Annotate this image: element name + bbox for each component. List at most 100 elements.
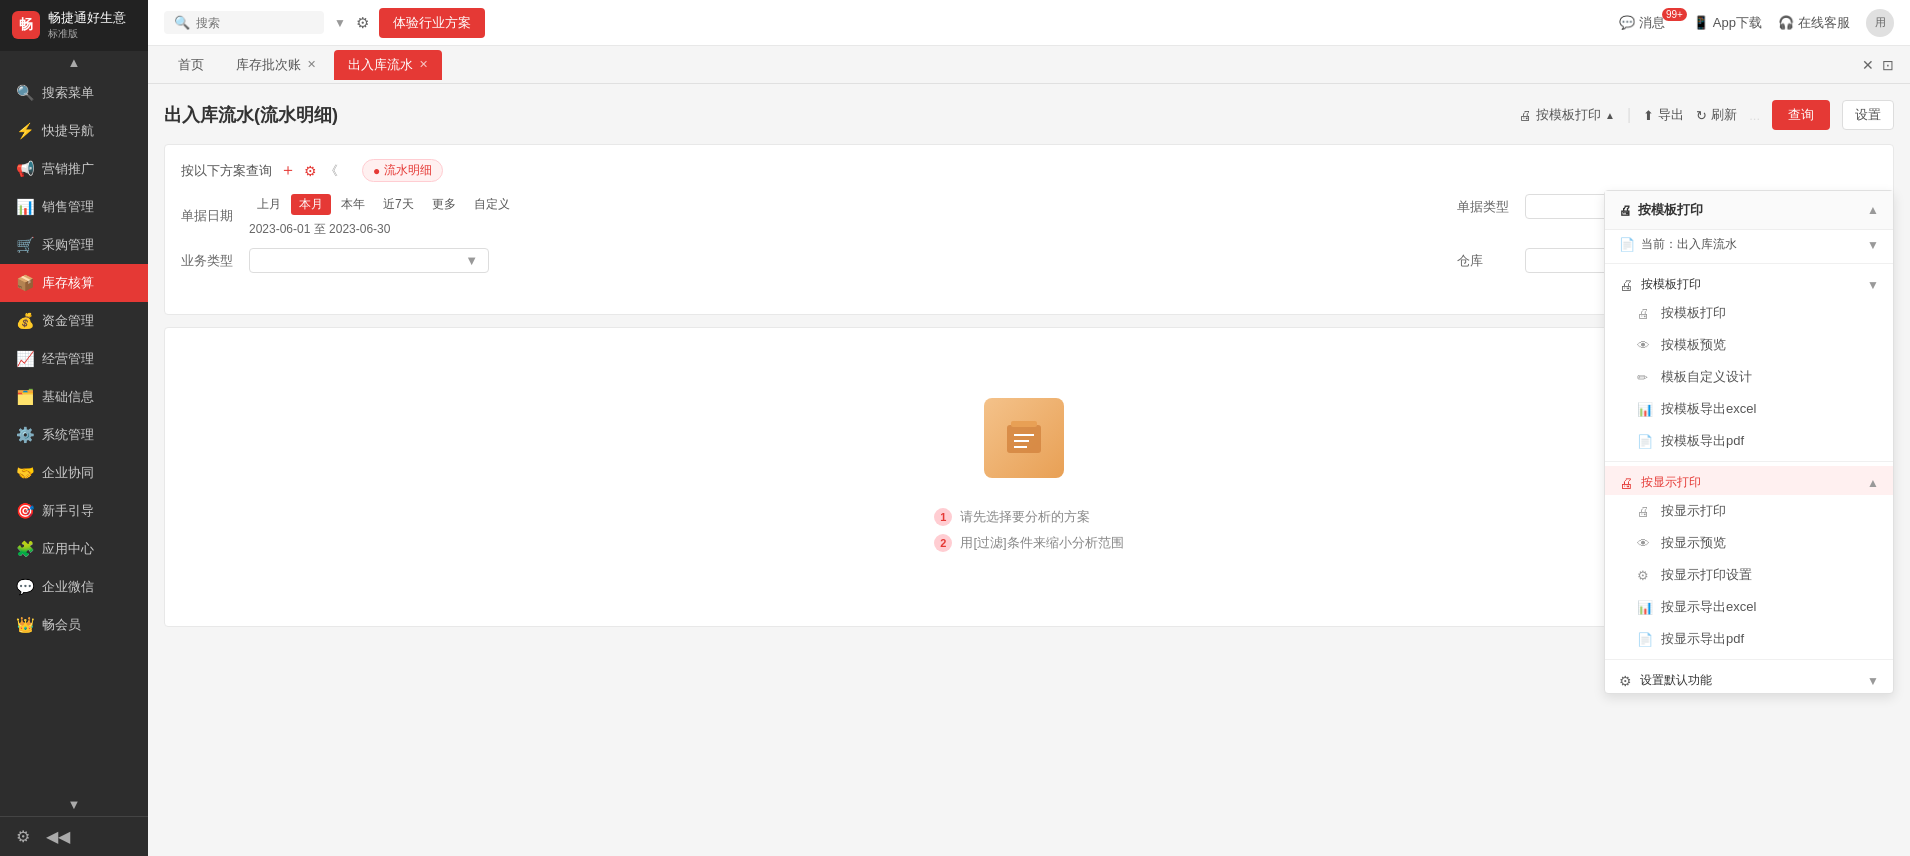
filter-title: 按以下方案查询 <box>181 162 272 180</box>
template-pdf-item[interactable]: 📄 按模板导出pdf <box>1605 425 1893 457</box>
user-avatar[interactable]: 用 <box>1866 9 1894 37</box>
topbar-search-box[interactable]: 🔍 <box>164 11 324 34</box>
date-tab-this-year[interactable]: 本年 <box>333 194 373 215</box>
tab-batch[interactable]: 库存批次账 ✕ <box>222 50 330 80</box>
tab-home[interactable]: 首页 <box>164 50 218 80</box>
tab-flow-close[interactable]: ✕ <box>419 58 428 71</box>
topbar: 🔍 ▼ ⚙ 体验行业方案 💬 消息 99+ 📱 App下载 🎧 在线客服 用 <box>148 0 1910 46</box>
sidebar-item-wechat[interactable]: 💬 企业微信 <box>0 568 148 606</box>
filter-tag: ● 流水明细 <box>362 159 443 182</box>
dropdown-panel: 🖨 按模板打印 ▲ 📄 当前：出入库流水 ▼ 🖨 按模板打印 ▼ 🖨 按模板打 <box>1604 190 1894 694</box>
biz-label: 业务类型 <box>181 252 241 270</box>
sidebar-item-corp[interactable]: 🤝 企业协同 <box>0 454 148 492</box>
filter-config-btn[interactable]: ⚙ <box>304 163 317 179</box>
messages-badge: 99+ <box>1662 8 1687 21</box>
app-download-btn[interactable]: 📱 App下载 <box>1693 14 1762 32</box>
template-customize-item[interactable]: ✏ 模板自定义设计 <box>1605 361 1893 393</box>
tab-close-all-btn[interactable]: ✕ <box>1862 57 1874 73</box>
current-label-row: 📄 当前：出入库流水 ▼ <box>1605 230 1893 259</box>
sidebar-item-member[interactable]: 👑 畅会员 <box>0 606 148 644</box>
scroll-down[interactable]: ▼ <box>0 793 148 816</box>
empty-icon-inner <box>984 398 1064 478</box>
template-preview-item[interactable]: 👁 按模板预览 <box>1605 329 1893 361</box>
settings-btn[interactable]: 设置 <box>1842 100 1894 130</box>
marketing-icon: 📢 <box>16 160 34 178</box>
member-icon: 👑 <box>16 616 34 634</box>
date-filter: 上月 本月 本年 近7天 更多 自定义 2023-06-01 至 2023-06… <box>249 194 518 238</box>
template-print-section[interactable]: 🖨 按模板打印 ▼ <box>1605 268 1893 297</box>
filter-collapse-btn[interactable]: 《 <box>325 162 338 180</box>
app-logo: 畅 畅捷通好生意 标准版 <box>0 0 148 51</box>
sidebar-item-inventory[interactable]: 📦 库存核算 <box>0 264 148 302</box>
sidebar-item-search[interactable]: 🔍 搜索菜单 <box>0 74 148 112</box>
sidebar-item-marketing[interactable]: 📢 营销推广 <box>0 150 148 188</box>
scroll-up[interactable]: ▲ <box>0 51 148 74</box>
date-tab-custom[interactable]: 自定义 <box>466 194 518 215</box>
sidebar-item-newbie[interactable]: 🎯 新手引导 <box>0 492 148 530</box>
display-pdf-item[interactable]: 📄 按显示导出pdf <box>1605 623 1893 655</box>
display-excel-item-icon: 📊 <box>1637 600 1653 615</box>
display-print-item[interactable]: 🖨 按显示打印 <box>1605 495 1893 527</box>
sidebar-item-operation[interactable]: 📈 经营管理 <box>0 340 148 378</box>
date-tab-last-month[interactable]: 上月 <box>249 194 289 215</box>
messages-icon: 💬 <box>1619 15 1635 30</box>
headset-icon: 🎧 <box>1778 15 1794 30</box>
display-section-chevron: ▲ <box>1867 476 1879 490</box>
empty-icon <box>984 398 1074 488</box>
tab-batch-close[interactable]: ✕ <box>307 58 316 71</box>
biz-select[interactable]: ▼ <box>249 248 489 273</box>
sidebar-item-finance[interactable]: 💰 资金管理 <box>0 302 148 340</box>
filter-add-btn[interactable]: ＋ <box>280 160 296 181</box>
default-settings-section[interactable]: ⚙ 设置默认功能 ▼ <box>1605 664 1893 693</box>
date-tab-7days[interactable]: 近7天 <box>375 194 422 215</box>
tab-maximize-btn[interactable]: ⊡ <box>1882 57 1894 73</box>
refresh-btn[interactable]: ↻ 刷新 <box>1696 106 1737 124</box>
export-btn[interactable]: ⬆ 导出 <box>1643 106 1684 124</box>
topbar-search-input[interactable] <box>196 16 314 30</box>
action-divider: | <box>1627 106 1631 124</box>
wechat-icon: 💬 <box>16 578 34 596</box>
template-print-btn[interactable]: 🖨 按模板打印 ▲ <box>1519 106 1615 124</box>
template-pdf-item-icon: 📄 <box>1637 434 1653 449</box>
dropdown-panel-chevron[interactable]: ▲ <box>1867 203 1879 217</box>
settings-footer-icon[interactable]: ⚙ <box>16 827 30 846</box>
online-service-btn[interactable]: 🎧 在线客服 <box>1778 14 1850 32</box>
messages-btn[interactable]: 💬 消息 99+ <box>1619 14 1677 32</box>
sidebar-item-base[interactable]: 🗂️ 基础信息 <box>0 378 148 416</box>
display-print-section[interactable]: 🖨 按显示打印 ▲ <box>1605 466 1893 495</box>
sidebar-item-system[interactable]: ⚙️ 系统管理 <box>0 416 148 454</box>
print-header-icon: 🖨 <box>1619 203 1632 218</box>
tab-flow[interactable]: 出入库流水 ✕ <box>334 50 442 80</box>
date-tab-more[interactable]: 更多 <box>424 194 464 215</box>
template-excel-item-icon: 📊 <box>1637 402 1653 417</box>
empty-state: 1 请先选择要分析的方案 2 用[过滤]条件来缩小分析范围 <box>934 398 1123 556</box>
date-range-display: 2023-06-01 至 2023-06-30 <box>249 221 518 238</box>
filter-date-field: 单据日期 上月 本月 本年 近7天 更多 自定义 2023-06-01 至 20… <box>181 194 1433 238</box>
date-tab-this-month[interactable]: 本月 <box>291 194 331 215</box>
printer-icon: 🖨 <box>1519 108 1532 123</box>
app-icon: 📱 <box>1693 15 1709 30</box>
quicknav-icon: ⚡ <box>16 122 34 140</box>
query-btn[interactable]: 查询 <box>1772 100 1830 130</box>
finance-icon: 💰 <box>16 312 34 330</box>
collapse-icon[interactable]: ◀◀ <box>46 827 70 846</box>
topbar-dropdown-arrow[interactable]: ▼ <box>334 16 346 30</box>
svg-rect-1 <box>1011 421 1037 427</box>
topbar-settings-icon[interactable]: ⚙ <box>356 14 369 32</box>
sidebar-item-apps[interactable]: 🧩 应用中心 <box>0 530 148 568</box>
template-print-item[interactable]: 🖨 按模板打印 <box>1605 297 1893 329</box>
sidebar-nav: 🔍 搜索菜单 ⚡ 快捷导航 📢 营销推广 📊 销售管理 🛒 采购管理 📦 库存核… <box>0 74 148 793</box>
newbie-icon: 🎯 <box>16 502 34 520</box>
sidebar-item-quicknav[interactable]: ⚡ 快捷导航 <box>0 112 148 150</box>
trial-btn[interactable]: 体验行业方案 <box>379 8 485 38</box>
display-preview-item[interactable]: 👁 按显示预览 <box>1605 527 1893 559</box>
section-divider-1 <box>1605 263 1893 264</box>
display-settings-item[interactable]: ⚙ 按显示打印设置 <box>1605 559 1893 591</box>
operation-icon: 📈 <box>16 350 34 368</box>
sidebar-item-purchase[interactable]: 🛒 采购管理 <box>0 226 148 264</box>
default-section-label: 设置默认功能 <box>1640 672 1712 689</box>
template-excel-item[interactable]: 📊 按模板导出excel <box>1605 393 1893 425</box>
display-excel-item[interactable]: 📊 按显示导出excel <box>1605 591 1893 623</box>
filter-biz-field: 业务类型 ▼ <box>181 248 1433 273</box>
sidebar-item-sales[interactable]: 📊 销售管理 <box>0 188 148 226</box>
